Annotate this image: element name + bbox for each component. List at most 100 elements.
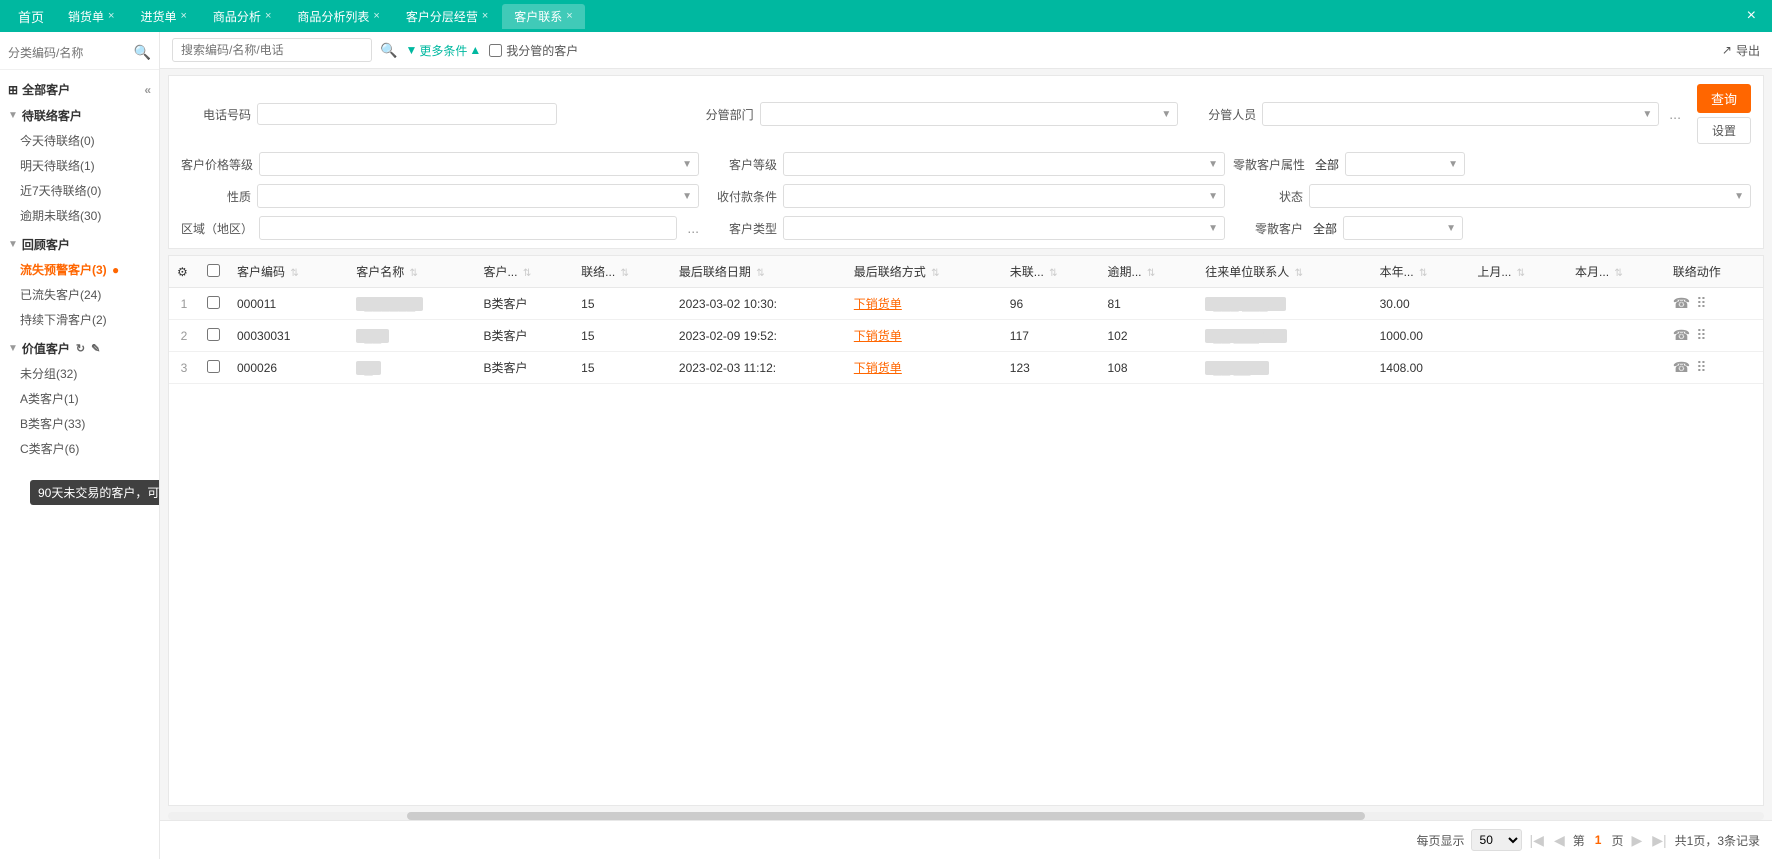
select-all-checkbox[interactable] <box>207 264 220 277</box>
sidebar-group-review-title[interactable]: ▼ 回顾客户 <box>0 232 159 257</box>
more-icon-2[interactable]: ⠿ <box>1696 359 1706 376</box>
edit-icon[interactable]: ✎ <box>91 342 100 355</box>
sidebar-item-c-class[interactable]: C类客户(6) <box>0 436 159 461</box>
filter-region-more[interactable]: ... <box>687 220 699 236</box>
sidebar-item-declining[interactable]: 持续下滑客户(2) <box>0 307 159 332</box>
row-check-1[interactable] <box>199 320 229 352</box>
row-checkbox-2[interactable] <box>207 360 220 373</box>
filter-customer-type-select[interactable]: ▼ <box>783 216 1225 240</box>
close-tab-5-icon[interactable]: × <box>566 10 572 22</box>
nav-tab-0[interactable]: 销货单 × <box>56 4 126 29</box>
sidebar-collapse-icon[interactable]: « <box>144 83 151 97</box>
row-last-way-1[interactable]: 下销货单 <box>846 320 1002 352</box>
filter-region-select[interactable] <box>259 216 677 240</box>
query-button[interactable]: 查询 <box>1697 84 1751 113</box>
row-last-way-0[interactable]: 下销货单 <box>846 288 1002 320</box>
row-last-way-2[interactable]: 下销货单 <box>846 352 1002 384</box>
first-page-button[interactable]: |◀ <box>1528 832 1546 849</box>
filter-more-button[interactable]: ▼ 更多条件 ▲ <box>405 42 481 59</box>
row-check-2[interactable] <box>199 352 229 384</box>
sidebar: 🔍 ⊞ 全部客户 « ▼ 待联络客户 今天待联络(0) 明天待联络(1) 近7天… <box>0 32 160 859</box>
col-header-code[interactable]: 客户编码 ⇅ <box>229 256 348 288</box>
col-header-action: 联络动作 <box>1665 256 1763 288</box>
col-header-name[interactable]: 客户名称 ⇅ <box>348 256 475 288</box>
app-close-button[interactable]: × <box>1739 7 1764 24</box>
filter-region-label: 区域（地区） <box>181 220 253 237</box>
close-tab-3-icon[interactable]: × <box>373 10 379 22</box>
close-tab-0-icon[interactable]: × <box>108 10 114 22</box>
nav-tab-1[interactable]: 进货单 × <box>128 4 198 29</box>
sidebar-item-overdue[interactable]: 逾期未联络(30) <box>0 203 159 228</box>
prev-page-button[interactable]: ◀ <box>1552 832 1567 849</box>
filter-customer-level-select[interactable]: ▼ <box>783 152 1225 176</box>
col-header-unit-contact[interactable]: 往来单位联系人 ⇅ <box>1197 256 1371 288</box>
nav-home[interactable]: 首页 <box>8 3 54 30</box>
more-icon-0[interactable]: ⠿ <box>1696 295 1706 312</box>
refresh-icon[interactable]: ↻ <box>76 342 85 355</box>
col-header-this-year[interactable]: 本年... ⇅ <box>1372 256 1470 288</box>
sidebar-item-b-class[interactable]: B类客户(33) <box>0 411 159 436</box>
filter-zero-customer-select[interactable]: ▼ <box>1343 216 1463 240</box>
sidebar-item-churn-warning[interactable]: 流失预警客户(3) ● <box>0 257 159 282</box>
scrollbar[interactable] <box>168 812 1764 820</box>
filter-nature-select[interactable]: ▼ <box>257 184 699 208</box>
filter-zero-attr-select[interactable]: ▼ <box>1345 152 1465 176</box>
sidebar-search-input[interactable] <box>8 46 134 60</box>
sidebar-item-tomorrow[interactable]: 明天待联络(1) <box>0 153 159 178</box>
last-way-link-0[interactable]: 下销货单 <box>854 297 902 311</box>
filter-price-level-select[interactable]: ▼ <box>259 152 699 176</box>
sidebar-item-today[interactable]: 今天待联络(0) <box>0 128 159 153</box>
my-customers-checkbox[interactable] <box>489 44 502 57</box>
close-tab-4-icon[interactable]: × <box>482 10 488 22</box>
filter-my-customers-check[interactable]: 我分管的客户 <box>489 42 578 59</box>
filter-dept-select[interactable]: ▼ <box>760 102 1179 126</box>
filter-payment-select[interactable]: ▼ <box>783 184 1225 208</box>
col-header-contact[interactable]: 联络... ⇅ <box>573 256 671 288</box>
sidebar-item-ungroup[interactable]: 未分组(32) <box>0 361 159 386</box>
sidebar-item-churned[interactable]: 已流失客户(24) <box>0 282 159 307</box>
more-icon-1[interactable]: ⠿ <box>1696 327 1706 344</box>
row-code-1: 00030031 <box>229 320 348 352</box>
sidebar-group-value-title[interactable]: ▼ 价值客户 ↻ ✎ <box>0 336 159 361</box>
last-way-link-1[interactable]: 下销货单 <box>854 329 902 343</box>
nav-tab-5[interactable]: 客户联系 × <box>502 4 584 29</box>
col-header-last-date[interactable]: 最后联络日期 ⇅ <box>671 256 846 288</box>
settings-button[interactable]: 设置 <box>1697 117 1751 144</box>
contact-icon-2[interactable]: ☎ <box>1673 359 1690 376</box>
filter-search-button[interactable]: 🔍 <box>380 42 397 59</box>
sidebar-item-7days[interactable]: 近7天待联络(0) <box>0 178 159 203</box>
row-checkbox-0[interactable] <box>207 296 220 309</box>
close-tab-2-icon[interactable]: × <box>265 10 271 22</box>
filter-price-level-label: 客户价格等级 <box>181 156 253 173</box>
row-check-0[interactable] <box>199 288 229 320</box>
nav-tab-4[interactable]: 客户分层经营 × <box>394 4 500 29</box>
per-page-select[interactable]: 50 100 <box>1471 829 1522 851</box>
last-page-button[interactable]: ▶| <box>1650 832 1668 849</box>
filter-phone-input[interactable] <box>257 103 557 125</box>
contact-icon-0[interactable]: ☎ <box>1673 295 1690 312</box>
filter-status-select[interactable]: ▼ <box>1309 184 1751 208</box>
row-checkbox-1[interactable] <box>207 328 220 341</box>
nav-tab-3[interactable]: 商品分析列表 × <box>285 4 391 29</box>
close-tab-1-icon[interactable]: × <box>180 10 186 22</box>
col-header-overdue[interactable]: 逾期... ⇅ <box>1100 256 1198 288</box>
filter-export-button[interactable]: ↗ 导出 <box>1722 42 1760 59</box>
filter-person-select[interactable]: ▼ <box>1262 102 1659 126</box>
sidebar-all-customers[interactable]: ⊞ 全部客户 « <box>0 76 159 103</box>
filter-person-more[interactable]: ... <box>1669 106 1681 122</box>
row-name-2: █ <box>348 352 475 384</box>
table-settings-icon[interactable]: ⚙ <box>177 265 188 279</box>
col-header-last-way[interactable]: 最后联络方式 ⇅ <box>846 256 1002 288</box>
col-header-this-month[interactable]: 本月... ⇅ <box>1567 256 1665 288</box>
filter-icon: ▼ <box>405 43 417 57</box>
next-page-button[interactable]: ▶ <box>1629 832 1644 849</box>
sidebar-item-a-class[interactable]: A类客户(1) <box>0 386 159 411</box>
filter-search-input[interactable] <box>172 38 372 62</box>
col-header-not-contacted[interactable]: 未联... ⇅ <box>1002 256 1100 288</box>
sidebar-group-pending-title[interactable]: ▼ 待联络客户 <box>0 103 159 128</box>
last-way-link-2[interactable]: 下销货单 <box>854 361 902 375</box>
col-header-last-month[interactable]: 上月... ⇅ <box>1469 256 1567 288</box>
nav-tab-2[interactable]: 商品分析 × <box>201 4 283 29</box>
col-header-level[interactable]: 客户... ⇅ <box>475 256 573 288</box>
contact-icon-1[interactable]: ☎ <box>1673 327 1690 344</box>
